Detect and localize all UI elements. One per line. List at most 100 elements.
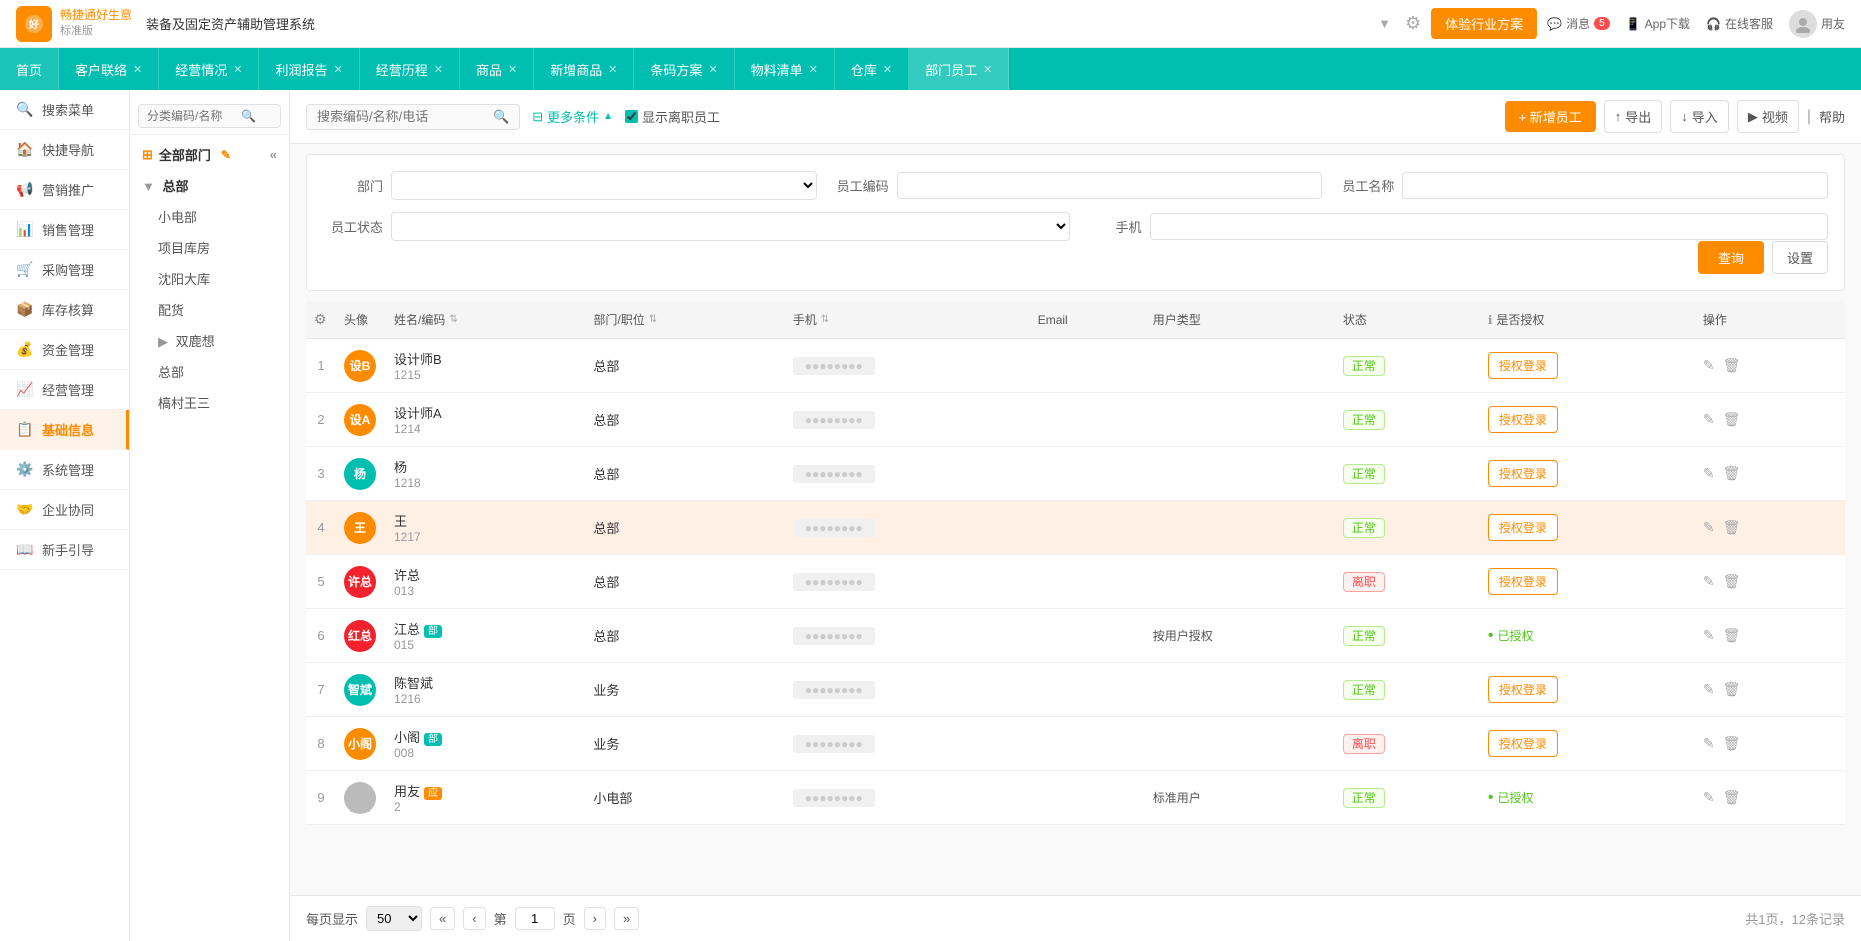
dept-search-input[interactable]: 🔍: [138, 104, 281, 128]
close-tab-icon[interactable]: ✕: [133, 63, 142, 76]
dept-select[interactable]: [391, 171, 817, 200]
video-button[interactable]: ▶ 视频: [1737, 100, 1799, 133]
show-resigned-checkbox[interactable]: 显示离职员工: [625, 107, 720, 126]
export-button[interactable]: ↑ 导出: [1604, 100, 1663, 133]
nav-tab-首页[interactable]: 首页: [0, 48, 59, 90]
phone-input[interactable]: [1150, 213, 1829, 240]
auth-login-button[interactable]: 授权登录: [1488, 352, 1558, 379]
sidebar-item-finance[interactable]: 💰 资金管理: [0, 330, 129, 370]
edit-icon[interactable]: ✎: [1703, 681, 1715, 698]
messages-button[interactable]: 💬 消息 5: [1547, 15, 1610, 32]
delete-icon[interactable]: 🗑: [1723, 573, 1741, 590]
th-name[interactable]: 姓名/编码⇅: [386, 301, 585, 339]
sidebar-item-purchase[interactable]: 🛒 采购管理: [0, 250, 129, 290]
nav-tab-经营历程[interactable]: 经营历程✕: [360, 48, 460, 90]
auth-login-button[interactable]: 授权登录: [1488, 568, 1558, 595]
status-select[interactable]: [391, 212, 1070, 241]
auth-login-button[interactable]: 授权登录: [1488, 460, 1558, 487]
app-download-button[interactable]: 📱 App下载: [1626, 15, 1690, 32]
th-dept[interactable]: 部门/职位⇅: [585, 301, 784, 339]
delete-icon[interactable]: 🗑: [1723, 519, 1741, 536]
emp-name-input[interactable]: [1402, 172, 1828, 199]
sidebar-item-operations[interactable]: 📈 经营管理: [0, 370, 129, 410]
sidebar-item-sales[interactable]: 📊 销售管理: [0, 210, 129, 250]
nav-tab-物料清单[interactable]: 物料清单✕: [735, 48, 835, 90]
dept-node[interactable]: ▶ 双鹿想: [130, 325, 289, 356]
help-text[interactable]: 帮助: [1819, 107, 1845, 126]
sidebar-item-inventory[interactable]: 📦 库存核算: [0, 290, 129, 330]
nav-tab-经营情况[interactable]: 经营情况✕: [159, 48, 259, 90]
user-menu[interactable]: 用友: [1789, 10, 1845, 38]
sidebar-item-collab[interactable]: 🤝 企业协同: [0, 490, 129, 530]
collapse-icon[interactable]: «: [270, 147, 277, 162]
delete-icon[interactable]: 🗑: [1723, 411, 1741, 428]
help-icon[interactable]: |: [1807, 108, 1811, 126]
edit-icon[interactable]: ✎: [1703, 465, 1715, 482]
dept-node[interactable]: 项目库房: [130, 232, 289, 263]
system-dropdown-icon[interactable]: ▼: [1378, 16, 1391, 31]
edit-icon[interactable]: ✎: [1703, 519, 1715, 536]
close-tab-icon[interactable]: ✕: [434, 63, 443, 76]
delete-icon[interactable]: 🗑: [1723, 789, 1741, 806]
nav-tab-新增商品[interactable]: 新增商品✕: [534, 48, 634, 90]
settings-icon[interactable]: ⚙: [314, 311, 327, 327]
edit-icon[interactable]: ✎: [1703, 735, 1715, 752]
edit-icon[interactable]: ✎: [1703, 789, 1715, 806]
sidebar-item-shortcut[interactable]: 🏠 快捷导航: [0, 130, 129, 170]
edit-icon[interactable]: ✎: [1703, 411, 1715, 428]
close-tab-icon[interactable]: ✕: [708, 63, 717, 76]
edit-icon[interactable]: ✎: [1703, 573, 1715, 590]
dept-node[interactable]: 总部: [130, 356, 289, 387]
dept-node[interactable]: 槁村王三: [130, 387, 289, 418]
auth-login-button[interactable]: 授权登录: [1488, 406, 1558, 433]
search-input[interactable]: [317, 109, 487, 124]
delete-icon[interactable]: 🗑: [1723, 735, 1741, 752]
auth-login-button[interactable]: 授权登录: [1488, 730, 1558, 757]
nav-tab-客户联络[interactable]: 客户联络✕: [59, 48, 159, 90]
next-page-button[interactable]: ›: [584, 907, 606, 930]
nav-tab-利润报告[interactable]: 利润报告✕: [259, 48, 359, 90]
sidebar-item-basic[interactable]: 📋 基础信息: [0, 410, 129, 450]
first-page-button[interactable]: «: [430, 907, 455, 930]
close-tab-icon[interactable]: ✕: [508, 63, 517, 76]
page-number-input[interactable]: [515, 907, 555, 930]
nav-tab-商品[interactable]: 商品✕: [460, 48, 534, 90]
dept-node[interactable]: 沈阳大库: [130, 263, 289, 294]
edit-icon[interactable]: ✎: [1703, 357, 1715, 374]
last-page-button[interactable]: »: [614, 907, 639, 930]
close-tab-icon[interactable]: ✕: [983, 63, 992, 76]
auth-login-button[interactable]: 授权登录: [1488, 514, 1558, 541]
sidebar-item-system[interactable]: ⚙️ 系统管理: [0, 450, 129, 490]
sidebar-item-marketing[interactable]: 📢 营销推广: [0, 170, 129, 210]
delete-icon[interactable]: 🗑: [1723, 627, 1741, 644]
settings-icon[interactable]: ⚙: [1405, 13, 1421, 34]
delete-icon[interactable]: 🗑: [1723, 465, 1741, 482]
dept-search-field[interactable]: [147, 109, 237, 123]
close-tab-icon[interactable]: ✕: [233, 63, 242, 76]
dept-edit-icon[interactable]: ✎: [221, 148, 231, 162]
close-tab-icon[interactable]: ✕: [608, 63, 617, 76]
reset-button[interactable]: 设置: [1772, 241, 1828, 274]
resigned-checkbox-input[interactable]: [625, 110, 638, 123]
add-employee-button[interactable]: + 新增员工: [1505, 101, 1596, 132]
search-icon[interactable]: 🔍: [493, 109, 509, 125]
delete-icon[interactable]: 🗑: [1723, 681, 1741, 698]
sidebar-item-search[interactable]: 🔍 搜索菜单: [0, 90, 129, 130]
trial-button[interactable]: 体验行业方案: [1431, 8, 1537, 39]
dept-node[interactable]: 小电部: [130, 201, 289, 232]
auth-login-button[interactable]: 授权登录: [1488, 676, 1558, 703]
online-support-button[interactable]: 🎧 在线客服: [1706, 15, 1773, 32]
dept-node[interactable]: 配货: [130, 294, 289, 325]
edit-icon[interactable]: ✎: [1703, 627, 1715, 644]
th-phone[interactable]: 手机⇅: [785, 301, 1030, 339]
close-tab-icon[interactable]: ✕: [883, 63, 892, 76]
th-settings[interactable]: ⚙: [306, 301, 336, 339]
import-button[interactable]: ↓ 导入: [1670, 100, 1729, 133]
close-tab-icon[interactable]: ✕: [334, 63, 343, 76]
query-button[interactable]: 查询: [1698, 241, 1764, 274]
emp-code-input[interactable]: [897, 172, 1323, 199]
nav-tab-部门员工[interactable]: 部门员工✕: [909, 48, 1009, 90]
sidebar-item-guide[interactable]: 📖 新手引导: [0, 530, 129, 570]
close-tab-icon[interactable]: ✕: [809, 63, 818, 76]
nav-tab-条码方案[interactable]: 条码方案✕: [634, 48, 734, 90]
